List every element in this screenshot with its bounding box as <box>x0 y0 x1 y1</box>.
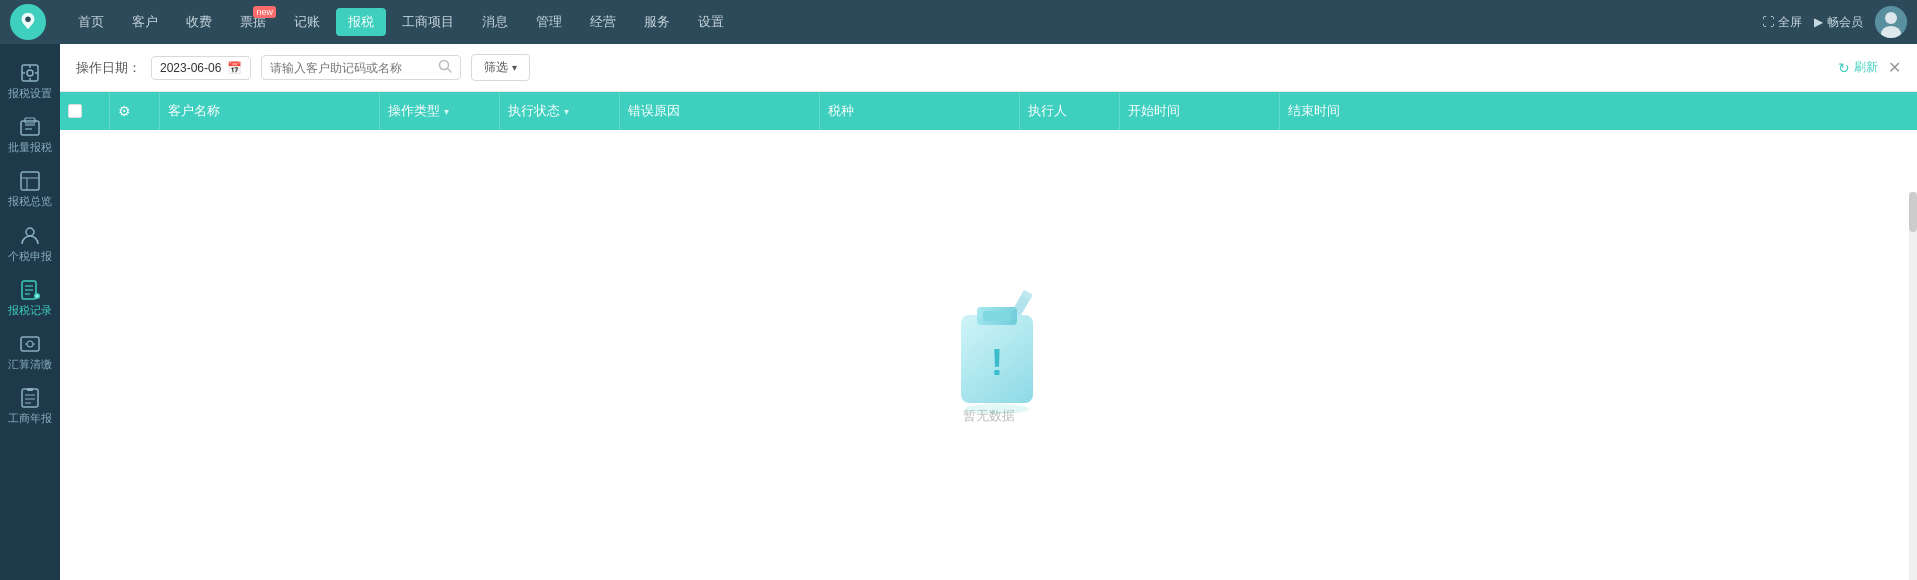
filter-button[interactable]: 筛选 ▾ <box>471 54 530 81</box>
svg-text:!: ! <box>991 342 1003 383</box>
sidebar-label-tax-settings: 报税设置 <box>8 87 52 100</box>
svg-rect-33 <box>27 388 33 391</box>
th-end-time: 结束时间 <box>1280 92 1420 130</box>
fullscreen-button[interactable]: ⛶ 全屏 <box>1762 14 1802 31</box>
logo[interactable] <box>10 4 46 40</box>
search-icon <box>438 59 452 76</box>
close-button[interactable]: ✕ <box>1888 58 1901 77</box>
table-header: ⚙ 客户名称 操作类型 ▾ 执行状态 ▾ 错误原因 税种 <box>60 92 1917 130</box>
th-checkbox <box>60 92 110 130</box>
nav-home[interactable]: 首页 <box>66 8 116 36</box>
table-wrapper: ⚙ 客户名称 操作类型 ▾ 执行状态 ▾ 错误原因 税种 <box>60 92 1917 580</box>
nav-manage[interactable]: 管理 <box>524 8 574 36</box>
avatar[interactable] <box>1875 6 1907 38</box>
date-value: 2023-06-06 <box>160 61 221 75</box>
th-executor: 执行人 <box>1020 92 1120 130</box>
refresh-icon: ↻ <box>1838 60 1850 76</box>
calendar-icon: 📅 <box>227 61 242 75</box>
main-layout: 报税设置 批量报税 报税总览 <box>0 44 1917 580</box>
th-operation-type[interactable]: 操作类型 ▾ <box>380 92 500 130</box>
sidebar-label-tax-overview: 报税总览 <box>8 195 52 208</box>
sidebar-label-batch-tax: 批量报税 <box>8 141 52 154</box>
sidebar-item-tax-record[interactable]: 报税记录 <box>0 271 60 325</box>
nav-service[interactable]: 服务 <box>632 8 682 36</box>
sidebar-label-settlement: 汇算清缴 <box>8 358 52 371</box>
nav-right: ⛶ 全屏 ▶ 畅会员 <box>1762 6 1907 38</box>
filter-icon-operation: ▾ <box>444 106 449 117</box>
date-picker[interactable]: 2023-06-06 📅 <box>151 56 251 80</box>
tax-overview-icon <box>19 170 41 192</box>
nav-customer[interactable]: 客户 <box>120 8 170 36</box>
nav-bookkeeping[interactable]: 记账 <box>282 8 332 36</box>
th-gear: ⚙ <box>110 92 160 130</box>
nav-industry[interactable]: 工商项目 <box>390 8 466 36</box>
nav-fee[interactable]: 收费 <box>174 8 224 36</box>
nav-items: 首页 客户 收费 票据 new 记账 报税 工商项目 消息 管理 经营 服务 设… <box>66 8 1762 36</box>
svg-point-43 <box>965 404 1029 414</box>
personal-tax-icon <box>19 225 41 247</box>
sidebar-item-tax-settings[interactable]: 报税设置 <box>0 54 60 108</box>
table-scrollbar-thumb[interactable] <box>1909 192 1917 232</box>
sidebar-label-tax-record: 报税记录 <box>8 304 52 317</box>
sidebar-label-annual-report: 工商年报 <box>8 412 52 425</box>
table-scrollbar[interactable] <box>1909 192 1917 580</box>
sidebar-item-tax-overview[interactable]: 报税总览 <box>0 162 60 216</box>
svg-line-35 <box>448 69 452 73</box>
annual-report-icon <box>19 387 41 409</box>
nav-message[interactable]: 消息 <box>470 8 520 36</box>
th-customer-name: 客户名称 <box>160 92 380 130</box>
member-icon: ▶ <box>1814 15 1823 29</box>
nav-invoice[interactable]: 票据 new <box>228 8 278 36</box>
filter-label: 筛选 <box>484 59 508 76</box>
svg-point-17 <box>26 228 34 236</box>
close-icon: ✕ <box>1888 58 1901 77</box>
top-nav: 首页 客户 收费 票据 new 记账 报税 工商项目 消息 管理 经营 服务 设… <box>0 0 1917 44</box>
svg-rect-41 <box>983 311 1011 321</box>
sidebar-item-annual-report[interactable]: 工商年报 <box>0 379 60 433</box>
fullscreen-icon: ⛶ <box>1762 15 1774 29</box>
svg-point-2 <box>1885 12 1897 24</box>
sidebar-item-personal-tax[interactable]: 个税申报 <box>0 217 60 271</box>
new-badge: new <box>253 6 276 18</box>
settlement-icon <box>19 333 41 355</box>
tax-record-icon <box>19 279 41 301</box>
content-area: 操作日期： 2023-06-06 📅 筛选 ▾ <box>60 44 1917 580</box>
toolbar-right: ↻ 刷新 ✕ <box>1838 58 1901 77</box>
toolbar: 操作日期： 2023-06-06 📅 筛选 ▾ <box>60 44 1917 92</box>
sidebar-item-settlement[interactable]: 汇算清缴 <box>0 325 60 379</box>
th-start-time: 开始时间 <box>1120 92 1280 130</box>
th-error-reason: 错误原因 <box>620 92 820 130</box>
nav-tax[interactable]: 报税 <box>336 8 386 36</box>
sidebar-item-batch-tax[interactable]: 批量报税 <box>0 108 60 162</box>
nav-settings[interactable]: 设置 <box>686 8 736 36</box>
empty-illustration: ! <box>939 285 1039 395</box>
svg-point-0 <box>25 17 31 23</box>
empty-state: ! <box>939 285 1039 425</box>
svg-rect-29 <box>22 389 38 407</box>
gear-icon[interactable]: ⚙ <box>118 103 131 119</box>
th-tax-type: 税种 <box>820 92 1020 130</box>
nav-operation[interactable]: 经营 <box>578 8 628 36</box>
chevron-down-icon: ▾ <box>512 62 517 73</box>
svg-point-5 <box>27 70 33 76</box>
sidebar: 报税设置 批量报税 报税总览 <box>0 44 60 580</box>
svg-rect-25 <box>21 337 39 351</box>
member-button[interactable]: ▶ 畅会员 <box>1814 14 1863 31</box>
date-label: 操作日期： <box>76 59 141 77</box>
refresh-button[interactable]: ↻ 刷新 <box>1838 59 1878 76</box>
svg-point-26 <box>27 341 33 347</box>
filter-icon-status: ▾ <box>564 106 569 117</box>
search-box <box>261 55 461 80</box>
search-input[interactable] <box>270 61 432 75</box>
header-checkbox[interactable] <box>68 104 82 118</box>
svg-rect-14 <box>21 172 39 190</box>
th-exec-status[interactable]: 执行状态 ▾ <box>500 92 620 130</box>
sidebar-label-personal-tax: 个税申报 <box>8 250 52 263</box>
batch-tax-icon <box>19 116 41 138</box>
tax-settings-icon <box>19 62 41 84</box>
table-body: ! <box>60 130 1917 580</box>
